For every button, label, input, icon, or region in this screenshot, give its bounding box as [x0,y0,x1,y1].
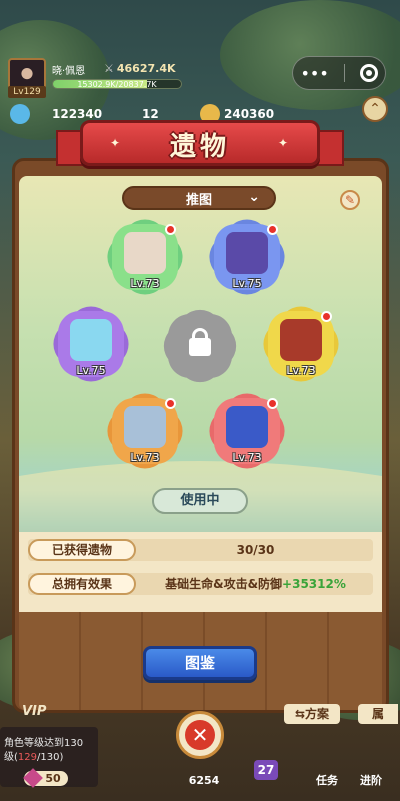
in-use-button[interactable]: 使用中 [152,488,248,514]
notification-dot [267,224,278,235]
relic-level: Lv.73 [232,451,262,464]
codex-button[interactable]: 图鉴 [143,646,257,680]
sword-icon: ⚔ [104,62,114,75]
obtained-row: 已获得遗物 30/30 [28,539,373,561]
relic-wings[interactable]: Lv.75 [200,210,294,304]
exp-text: 15302.9K/20837.7K [77,80,157,89]
book-icon [280,319,322,361]
obtained-value: 30/30 [236,543,275,557]
close-button[interactable]: ✕ [176,711,224,759]
power-value: ⚔ 46627.4K [104,62,176,75]
relic-mask[interactable]: Lv.73 [98,210,192,304]
relic-crystal[interactable]: Lv.75 [44,297,138,391]
lightning-icon [226,406,268,448]
relic-level: Lv.75 [76,364,106,377]
crystal-icon [70,319,112,361]
attribute-button[interactable]: 属 [358,704,398,724]
player-level: Lv129 [8,86,46,98]
quest-tracker[interactable]: 角色等级达到130 级(129/130) 50 [0,727,98,788]
mode-dropdown[interactable]: 推图 ⌄ [122,186,276,210]
quest-line-1: 角色等级达到130 [4,738,84,749]
lantern-icon [124,406,166,448]
chevron-down-icon: ⌄ [248,189,260,205]
relic-book[interactable]: Lv.73 [254,297,348,391]
nav-task[interactable]: 任务 [316,772,338,788]
notification-dot [267,398,278,409]
badge-27: 27 [254,760,278,780]
notification-dot [165,398,176,409]
nav-advance[interactable]: 进阶 [360,772,382,788]
effect-label: 总拥有效果 [28,573,136,595]
notification-dot [165,224,176,235]
relic-level: Lv.73 [130,277,160,290]
mask-icon [124,232,166,274]
close-miniprogram-icon[interactable] [359,64,378,82]
relic-level: Lv.73 [130,451,160,464]
quest-line-2: 级(129/130) [4,752,64,763]
notification-dot [321,311,332,322]
sword-icon [10,104,30,124]
relic-level: Lv.75 [232,277,262,290]
miniprogram-capsule: ••• [292,56,386,90]
effect-row: 总拥有效果 基础生命&攻击&防御+35312% [28,573,373,595]
feather-icon[interactable]: ✎ [340,190,360,210]
more-icon[interactable]: ••• [300,64,328,83]
relic-lantern[interactable]: Lv.73 [98,384,192,478]
dropdown-label: 推图 [185,192,212,208]
exp-bar: 15302.9K/20837.7K [52,79,182,89]
relic-lightning[interactable]: Lv.73 [200,384,294,478]
gold-value: 6254 [188,774,220,787]
player-name: 晓·佩恩 [52,66,86,77]
obtained-label: 已获得遗物 [28,539,136,561]
collapse-icon[interactable]: ⌃ [362,96,388,122]
plan-button[interactable]: ⇆方案 [284,704,340,724]
relic-level: Lv.73 [286,364,316,377]
effect-value: 基础生命&攻击&防御+35312% [165,577,346,591]
wings-icon [226,232,268,274]
panel-title: 遗物 [169,132,230,162]
locked-relic-slot[interactable] [154,300,246,392]
close-icon: ✕ [185,720,215,750]
vip-badge[interactable]: VIP [22,704,46,719]
